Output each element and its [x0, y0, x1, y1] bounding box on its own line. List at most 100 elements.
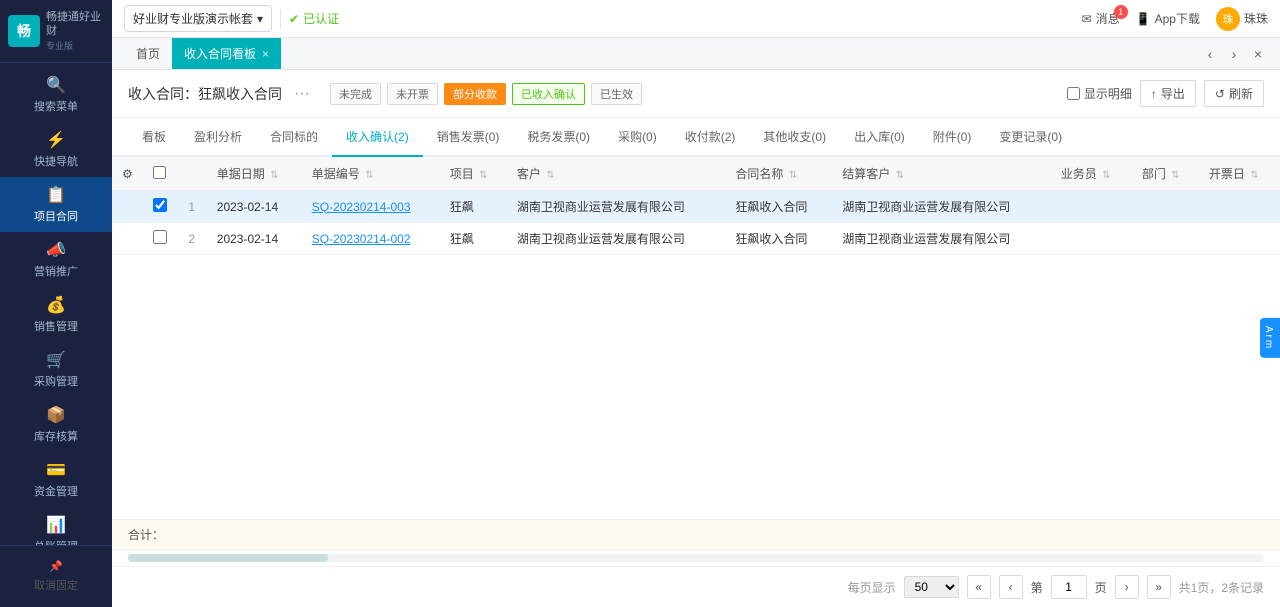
- first-page-button[interactable]: «: [967, 575, 991, 599]
- sidebar-item-project-contract[interactable]: 📋 项目合同: [0, 177, 112, 232]
- last-page-button[interactable]: »: [1147, 575, 1171, 599]
- next-page-button[interactable]: ›: [1115, 575, 1139, 599]
- more-options-icon[interactable]: ···: [294, 85, 310, 103]
- message-icon: ✉: [1082, 12, 1092, 26]
- row-check[interactable]: [143, 191, 177, 223]
- contract-header-label: 收入合同：狂飙收入合同: [128, 84, 282, 104]
- company-selector[interactable]: 好业财专业版演示帐套 ▾: [124, 5, 272, 32]
- tab-next-button[interactable]: ›: [1224, 44, 1244, 64]
- app-logo-icon: 畅: [8, 15, 40, 47]
- inner-tab-profit[interactable]: 盈利分析: [180, 118, 256, 157]
- inner-tab-purchase[interactable]: 采购(0): [604, 118, 671, 157]
- export-button[interactable]: ↑ 导出: [1140, 80, 1196, 107]
- row-doc-no[interactable]: SQ-20230214-002: [302, 223, 440, 255]
- inner-tab-change_log[interactable]: 变更记录(0): [985, 118, 1076, 157]
- home-tab[interactable]: 首页: [124, 38, 172, 69]
- row-date: 2023-02-14: [207, 191, 302, 223]
- refresh-label: 刷新: [1229, 85, 1253, 102]
- show-details-checkbox[interactable]: 显示明细: [1067, 85, 1132, 102]
- page-label-post: 页: [1095, 579, 1107, 596]
- inner-tab-contract_standard[interactable]: 合同标的: [256, 118, 332, 157]
- sidebar-item-general-ledger[interactable]: 📊 总账管理: [0, 507, 112, 545]
- arm-float-button[interactable]: Arm: [1260, 318, 1280, 358]
- sidebar-item-label: 库存核算: [34, 428, 78, 444]
- user-name: 珠珠: [1244, 10, 1268, 27]
- page-label-pre: 第: [1031, 579, 1043, 596]
- show-details-input[interactable]: [1067, 87, 1080, 100]
- row-doc-no[interactable]: SQ-20230214-003: [302, 191, 440, 223]
- status-badge-no-invoice[interactable]: 未开票: [387, 83, 438, 105]
- sidebar-item-sales[interactable]: 💰销售管理: [0, 287, 112, 342]
- row-sales-staff: [1051, 191, 1132, 223]
- col-sales-staff: 业务员 ⇅: [1051, 157, 1132, 191]
- col-billing-date: 开票日 ⇅: [1199, 157, 1280, 191]
- sidebar-item-label: 总账管理: [34, 538, 78, 545]
- message-button[interactable]: ✉ 消息 1: [1082, 10, 1120, 27]
- page-size-select[interactable]: 2050100: [904, 576, 959, 598]
- inner-tab-other_income[interactable]: 其他收支(0): [749, 118, 840, 157]
- app-download-button[interactable]: 📱 App下载: [1136, 10, 1200, 27]
- pin-icon: 📌: [49, 560, 63, 573]
- status-badge-confirmed[interactable]: 已收入确认: [512, 83, 585, 105]
- tabbar: 首页 收入合同看板 × ‹ › ×: [112, 38, 1280, 70]
- general-ledger-icon: 📊: [46, 515, 66, 535]
- app-edition: 专业版: [46, 39, 104, 52]
- scroll-thumb[interactable]: [128, 554, 328, 562]
- table-row[interactable]: 2 2023-02-14 SQ-20230214-002 狂飙 湖南卫视商业运营…: [112, 223, 1280, 255]
- show-details-label: 显示明细: [1084, 85, 1132, 102]
- status-badge-effective[interactable]: 已生效: [591, 83, 642, 105]
- inner-tab-tax_invoice[interactable]: 税务发票(0): [513, 118, 604, 157]
- inner-tab-outbound[interactable]: 出入库(0): [840, 118, 919, 157]
- sidebar-item-quick-nav[interactable]: ⚡快捷导航: [0, 122, 112, 177]
- active-tab[interactable]: 收入合同看板 ×: [172, 38, 281, 69]
- user-avatar[interactable]: 珠 珠珠: [1216, 7, 1268, 31]
- sidebar-item-marketing[interactable]: 📣营销推广: [0, 232, 112, 287]
- col-check: [143, 157, 177, 191]
- settings-icon[interactable]: ⚙: [122, 167, 133, 181]
- row-department: [1132, 223, 1199, 255]
- col-settings: ⚙: [112, 157, 143, 191]
- row-check[interactable]: [143, 223, 177, 255]
- table-row[interactable]: 1 2023-02-14 SQ-20230214-003 狂飙 湖南卫视商业运营…: [112, 191, 1280, 223]
- inner-tab-sales_invoice[interactable]: 销售发票(0): [423, 118, 514, 157]
- sidebar-item-search[interactable]: 🔍搜索菜单: [0, 67, 112, 122]
- row-project: 狂飙: [440, 191, 507, 223]
- sidebar-item-inventory[interactable]: 📦库存核算: [0, 397, 112, 452]
- row-date: 2023-02-14: [207, 223, 302, 255]
- cancel-pin-button[interactable]: 📌 取消固定: [4, 554, 108, 599]
- app-download-label: App下载: [1155, 10, 1200, 27]
- table-body: 1 2023-02-14 SQ-20230214-003 狂飙 湖南卫视商业运营…: [112, 191, 1280, 255]
- select-all-checkbox[interactable]: [153, 166, 166, 179]
- inner-tabs: 看板盈利分析合同标的收入确认(2)销售发票(0)税务发票(0)采购(0)收付款(…: [112, 118, 1280, 157]
- page-number-input[interactable]: [1051, 575, 1087, 599]
- row-customer: 湖南卫视商业运营发展有限公司: [507, 223, 726, 255]
- prev-page-button[interactable]: ‹: [999, 575, 1023, 599]
- company-name: 好业财专业版演示帐套: [133, 10, 253, 27]
- tabbar-navigation: ‹ › ×: [1200, 44, 1268, 64]
- row-department: [1132, 191, 1199, 223]
- status-badge-incomplete[interactable]: 未完成: [330, 83, 381, 105]
- inner-tab-income_confirm[interactable]: 收入确认(2): [332, 118, 423, 157]
- sidebar-item-purchase[interactable]: 🛒采购管理: [0, 342, 112, 397]
- project-contract-icon: 📋: [46, 185, 66, 205]
- inner-tab-payment[interactable]: 收付款(2): [671, 118, 750, 157]
- inner-tab-attachment[interactable]: 附件(0): [919, 118, 986, 157]
- col-settle-customer: 结算客户 ⇅: [832, 157, 1051, 191]
- refresh-button[interactable]: ↺ 刷新: [1204, 80, 1264, 107]
- tab-prev-button[interactable]: ‹: [1200, 44, 1220, 64]
- check-circle-icon: ✔: [289, 12, 299, 26]
- row-billing-date: [1199, 223, 1280, 255]
- row-num: 1: [177, 191, 207, 223]
- header-actions: 显示明细 ↑ 导出 ↺ 刷新: [1067, 80, 1264, 107]
- sidebar-item-label: 销售管理: [34, 318, 78, 334]
- sidebar-item-label: 资金管理: [34, 483, 78, 499]
- sidebar-item-label: 项目合同: [34, 208, 78, 224]
- sidebar-item-label: 快捷导航: [34, 153, 78, 169]
- close-tab-icon[interactable]: ×: [262, 47, 269, 61]
- sidebar: 畅 畅捷通好业财 专业版 🔍搜索菜单⚡快捷导航📋项目合同📣营销推广💰销售管理🛒采…: [0, 0, 112, 607]
- inner-tab-dashboard[interactable]: 看板: [128, 118, 180, 157]
- status-badge-partial[interactable]: 部分收款: [444, 83, 506, 105]
- sidebar-item-capital[interactable]: 💳资金管理: [0, 452, 112, 507]
- row-contract-name: 狂飙收入合同: [725, 191, 832, 223]
- tab-close-button[interactable]: ×: [1248, 44, 1268, 64]
